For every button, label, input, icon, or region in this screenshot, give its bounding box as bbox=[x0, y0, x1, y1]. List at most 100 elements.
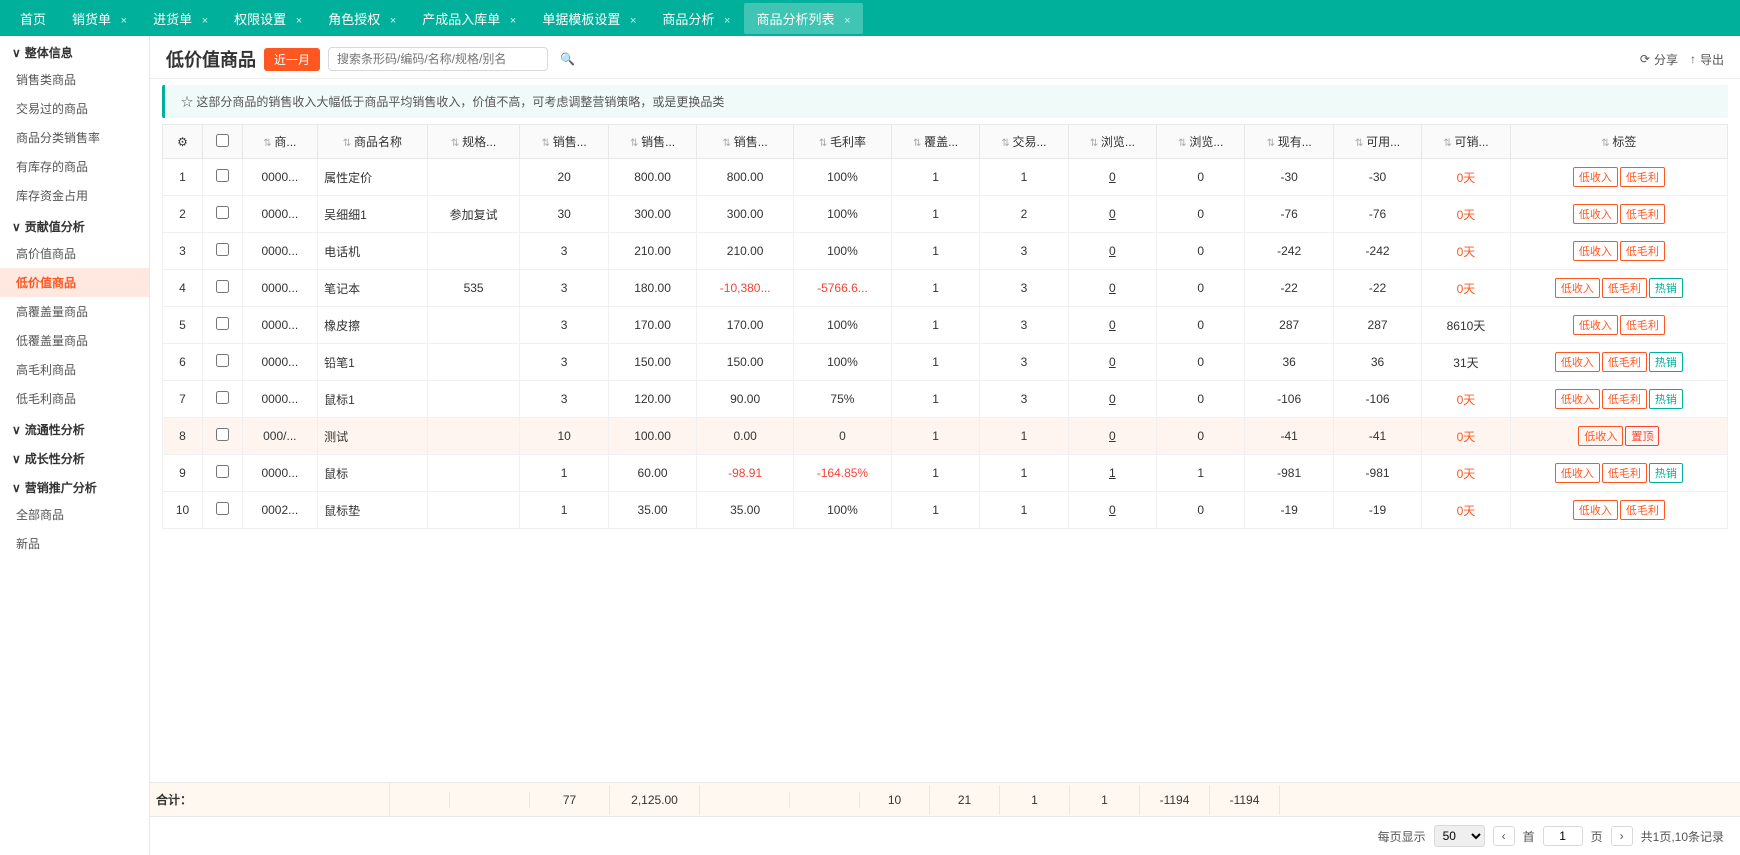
row-checkbox[interactable] bbox=[216, 169, 229, 182]
nav-home[interactable]: 首页 bbox=[8, 3, 58, 34]
view1-link[interactable]: 0 bbox=[1109, 244, 1116, 258]
close-role-icon[interactable]: × bbox=[390, 15, 396, 27]
col-amount[interactable]: 销售... bbox=[697, 125, 794, 159]
view1-link[interactable]: 0 bbox=[1109, 170, 1116, 184]
nav-purchase[interactable]: 进货单 × bbox=[141, 3, 220, 34]
close-storage-icon[interactable]: × bbox=[510, 15, 516, 27]
row-checkbox[interactable] bbox=[216, 428, 229, 441]
col-available[interactable]: 可用... bbox=[1333, 125, 1421, 159]
col-view2[interactable]: 浏览... bbox=[1157, 125, 1245, 159]
row-view1[interactable]: 0 bbox=[1068, 344, 1156, 381]
sidebar-item-stock-capital[interactable]: 库存资金占用 bbox=[0, 181, 149, 210]
view1-link[interactable]: 0 bbox=[1109, 503, 1116, 517]
share-button[interactable]: ⟳ 分享 bbox=[1640, 51, 1678, 68]
view1-link[interactable]: 1 bbox=[1109, 466, 1116, 480]
row-check[interactable] bbox=[203, 492, 243, 529]
sidebar-item-low-margin[interactable]: 低毛利商品 bbox=[0, 384, 149, 413]
view1-link[interactable]: 0 bbox=[1109, 392, 1116, 406]
view1-link[interactable]: 0 bbox=[1109, 355, 1116, 369]
sidebar-item-category-rate[interactable]: 商品分类销售率 bbox=[0, 123, 149, 152]
row-view1[interactable]: 0 bbox=[1068, 418, 1156, 455]
row-view1[interactable]: 0 bbox=[1068, 196, 1156, 233]
close-analysis-icon[interactable]: × bbox=[724, 15, 730, 27]
sidebar-group-contribution[interactable]: ∨ 贡献值分析 bbox=[0, 210, 149, 239]
col-coverage[interactable]: 覆盖... bbox=[891, 125, 979, 159]
view1-link[interactable]: 0 bbox=[1109, 429, 1116, 443]
nav-analysis-list[interactable]: 商品分析列表 × bbox=[744, 3, 862, 34]
row-view1[interactable]: 0 bbox=[1068, 307, 1156, 344]
sidebar-item-low-coverage[interactable]: 低覆盖量商品 bbox=[0, 326, 149, 355]
row-check[interactable] bbox=[203, 344, 243, 381]
row-check[interactable] bbox=[203, 233, 243, 270]
row-check[interactable] bbox=[203, 381, 243, 418]
nav-role[interactable]: 角色授权 × bbox=[316, 3, 408, 34]
row-checkbox[interactable] bbox=[216, 317, 229, 330]
close-sales-icon[interactable]: × bbox=[121, 15, 127, 27]
close-permission-icon[interactable]: × bbox=[296, 15, 302, 27]
sidebar-group-growth[interactable]: ∨ 成长性分析 bbox=[0, 442, 149, 471]
col-spec[interactable]: 规格... bbox=[427, 125, 520, 159]
col-qty[interactable]: 销售... bbox=[520, 125, 608, 159]
row-checkbox[interactable] bbox=[216, 502, 229, 515]
col-trade[interactable]: 交易... bbox=[980, 125, 1068, 159]
close-template-icon[interactable]: × bbox=[630, 15, 636, 27]
sidebar-group-circulation[interactable]: ∨ 流通性分析 bbox=[0, 413, 149, 442]
page-size-select[interactable]: 50 100 bbox=[1434, 825, 1485, 847]
sidebar-group-overall[interactable]: ∨ 整体信息 bbox=[0, 36, 149, 65]
col-saleable[interactable]: 可销... bbox=[1422, 125, 1510, 159]
sidebar-group-marketing[interactable]: ∨ 营销推广分析 bbox=[0, 471, 149, 500]
close-analysis-list-icon[interactable]: × bbox=[844, 15, 850, 27]
first-page-button[interactable]: ‹ bbox=[1493, 826, 1515, 846]
sidebar-item-high-value[interactable]: 高价值商品 bbox=[0, 239, 149, 268]
view1-link[interactable]: 0 bbox=[1109, 207, 1116, 221]
row-check[interactable] bbox=[203, 307, 243, 344]
row-check[interactable] bbox=[203, 455, 243, 492]
col-gear[interactable]: ⚙ bbox=[163, 125, 203, 159]
col-view1[interactable]: 浏览... bbox=[1068, 125, 1156, 159]
nav-storage[interactable]: 产成品入库单 × bbox=[410, 3, 528, 34]
col-name[interactable]: 商品名称 bbox=[318, 125, 428, 159]
select-all-checkbox[interactable] bbox=[216, 134, 229, 147]
nav-permission[interactable]: 权限设置 × bbox=[222, 3, 314, 34]
search-input[interactable] bbox=[328, 47, 548, 71]
row-checkbox[interactable] bbox=[216, 391, 229, 404]
col-check[interactable] bbox=[203, 125, 243, 159]
row-checkbox[interactable] bbox=[216, 354, 229, 367]
col-margin[interactable]: 毛利率 bbox=[794, 125, 892, 159]
row-view1[interactable]: 0 bbox=[1068, 159, 1156, 196]
page-number-input[interactable] bbox=[1543, 826, 1583, 846]
sidebar-item-all-products[interactable]: 全部商品 bbox=[0, 500, 149, 529]
period-button[interactable]: 近一月 bbox=[264, 48, 320, 71]
next-page-button[interactable]: › bbox=[1611, 826, 1633, 846]
search-icon[interactable]: 🔍 bbox=[560, 52, 575, 66]
row-check[interactable] bbox=[203, 418, 243, 455]
row-checkbox[interactable] bbox=[216, 243, 229, 256]
nav-template[interactable]: 单据模板设置 × bbox=[530, 3, 648, 34]
col-price[interactable]: 销售... bbox=[608, 125, 696, 159]
sidebar-item-stock-products[interactable]: 有库存的商品 bbox=[0, 152, 149, 181]
row-check[interactable] bbox=[203, 270, 243, 307]
export-button[interactable]: ↑ 导出 bbox=[1690, 51, 1724, 68]
row-view1[interactable]: 1 bbox=[1068, 455, 1156, 492]
view1-link[interactable]: 0 bbox=[1109, 318, 1116, 332]
row-checkbox[interactable] bbox=[216, 206, 229, 219]
nav-analysis[interactable]: 商品分析 × bbox=[650, 3, 742, 34]
col-current[interactable]: 现有... bbox=[1245, 125, 1333, 159]
row-view1[interactable]: 0 bbox=[1068, 492, 1156, 529]
col-tags[interactable]: 标签 bbox=[1510, 125, 1727, 159]
row-checkbox[interactable] bbox=[216, 465, 229, 478]
row-view1[interactable]: 0 bbox=[1068, 233, 1156, 270]
sidebar-item-traded[interactable]: 交易过的商品 bbox=[0, 94, 149, 123]
sidebar-item-high-margin[interactable]: 高毛利商品 bbox=[0, 355, 149, 384]
nav-sales[interactable]: 销货单 × bbox=[60, 3, 139, 34]
sidebar-item-low-value[interactable]: 低价值商品 bbox=[0, 268, 149, 297]
sidebar-item-high-coverage[interactable]: 高覆盖量商品 bbox=[0, 297, 149, 326]
col-code[interactable]: 商... bbox=[242, 125, 318, 159]
row-check[interactable] bbox=[203, 196, 243, 233]
row-checkbox[interactable] bbox=[216, 280, 229, 293]
close-purchase-icon[interactable]: × bbox=[202, 15, 208, 27]
sidebar-item-new-products[interactable]: 新品 bbox=[0, 529, 149, 558]
row-view1[interactable]: 0 bbox=[1068, 381, 1156, 418]
row-check[interactable] bbox=[203, 159, 243, 196]
sidebar-item-sales-products[interactable]: 销售类商品 bbox=[0, 65, 149, 94]
